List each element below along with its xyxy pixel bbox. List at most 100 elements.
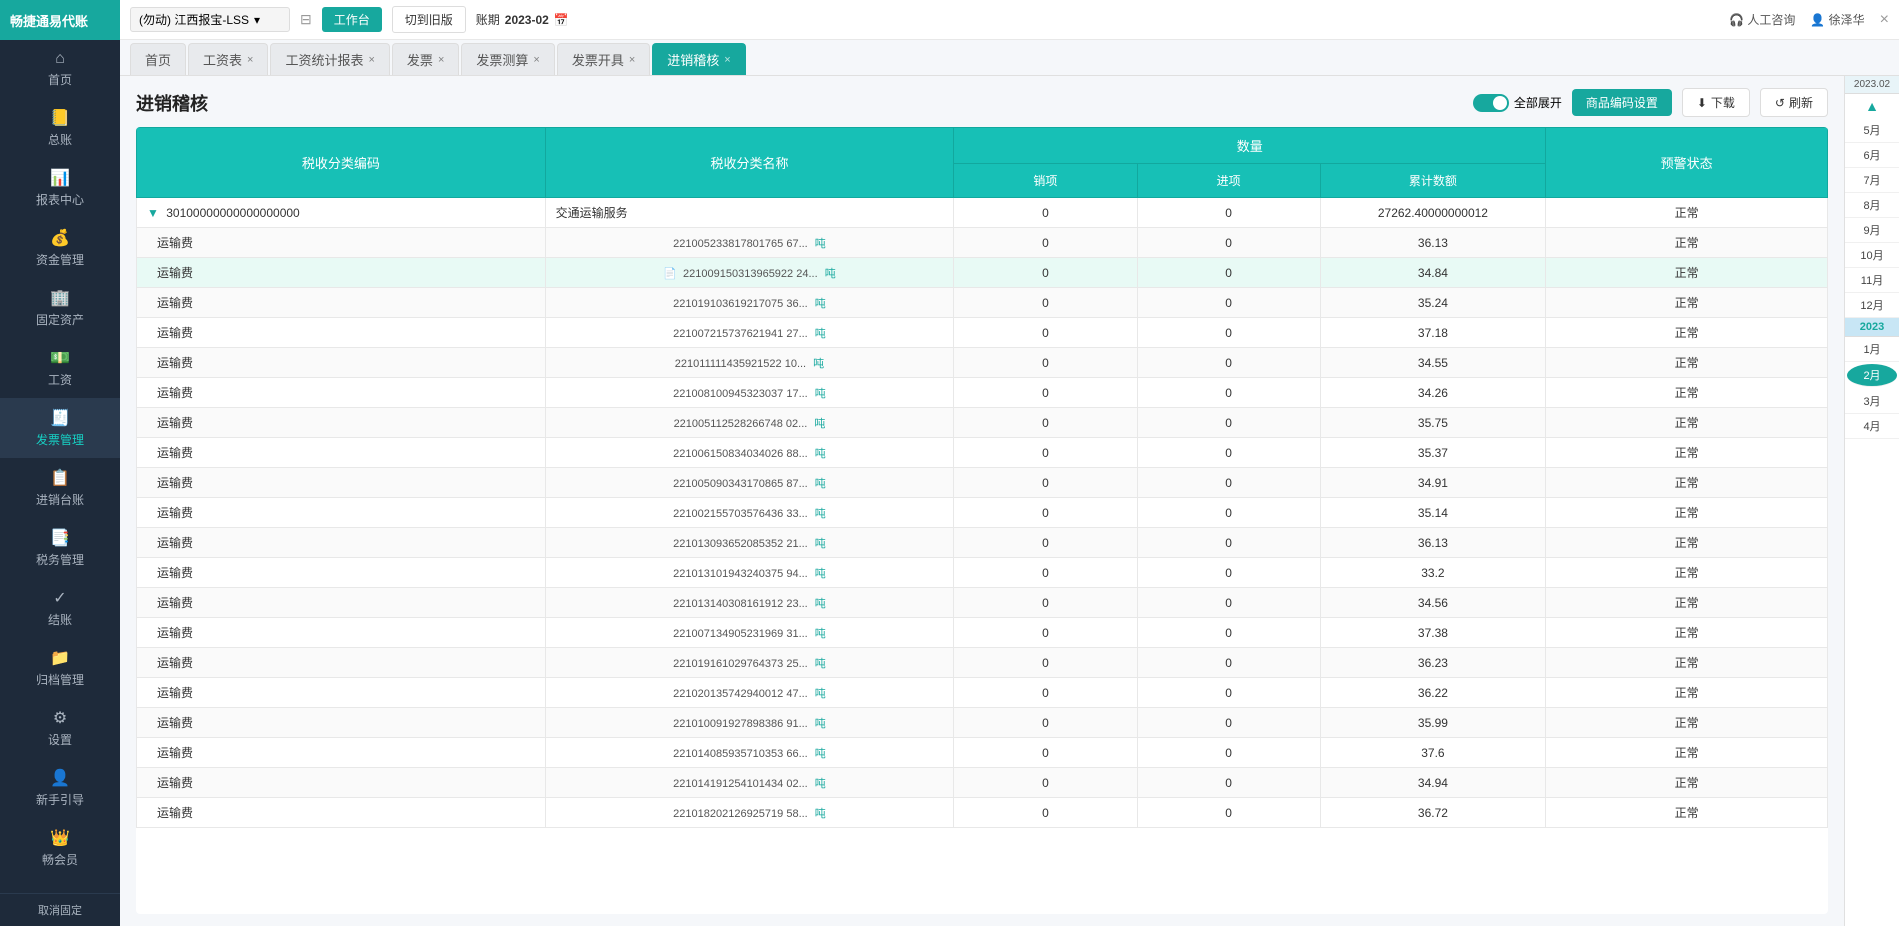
- tab-close-icon[interactable]: ×: [629, 54, 635, 66]
- product-code-settings-button[interactable]: 商品编码设置: [1572, 89, 1672, 116]
- table-row: 运输费 221002155703576436 33... 吨 0 0 35.14…: [137, 498, 1828, 528]
- cumulative-cell: 36.22: [1320, 678, 1545, 708]
- collapse-icon[interactable]: ▼: [147, 206, 159, 220]
- purchase-cell: 0: [1137, 678, 1320, 708]
- sidebar-item-home[interactable]: ⌂ 首页: [0, 40, 120, 98]
- close-icon[interactable]: ×: [1880, 11, 1889, 29]
- invoice-icon: 🧾: [50, 408, 70, 428]
- cal-month-2[interactable]: 2月: [1847, 364, 1897, 387]
- avatar-icon: 👤: [1810, 13, 1825, 27]
- sidebar-item-archive[interactable]: 📁归档管理: [0, 638, 120, 698]
- support-button[interactable]: 🎧 人工咨询: [1729, 11, 1795, 28]
- cal-month-11[interactable]: 11月: [1845, 268, 1899, 293]
- item-name-cell: 运输费: [137, 768, 546, 798]
- cal-month-1[interactable]: 1月: [1845, 337, 1899, 362]
- copy-icon: ⊟: [300, 11, 312, 28]
- table-row: 运输费 221007134905231969 31... 吨 0 0 37.38…: [137, 618, 1828, 648]
- cal-month-6[interactable]: 6月: [1845, 143, 1899, 168]
- sidebar-item-checkout[interactable]: ✓结账: [0, 578, 120, 638]
- cal-month-3[interactable]: 3月: [1845, 389, 1899, 414]
- tab-close-icon[interactable]: ×: [533, 54, 539, 66]
- sidebar-item-settings[interactable]: ⚙设置: [0, 698, 120, 758]
- home-icon: ⌂: [55, 50, 65, 68]
- switch-version-button[interactable]: 切到旧版: [392, 6, 466, 33]
- workspace-button[interactable]: 工作台: [322, 7, 382, 32]
- tax-code-full-cell: 221005112528266748 02... 吨: [545, 408, 954, 438]
- expand-toggle[interactable]: 全部展开: [1473, 94, 1562, 112]
- cal-prev-period: 2023.02: [1845, 76, 1899, 94]
- sidebar-item-reports[interactable]: 📊报表中心: [0, 158, 120, 218]
- sidebar-item-invoice[interactable]: 🧾发票管理: [0, 398, 120, 458]
- tax-code-full-cell: 221013093652085352 21... 吨: [545, 528, 954, 558]
- sidebar-item-label: 首页: [48, 71, 72, 88]
- headset-icon: 🎧: [1729, 13, 1744, 27]
- unit-label: 吨: [815, 568, 826, 580]
- tab-close-icon[interactable]: ×: [247, 54, 253, 66]
- refresh-button[interactable]: ↺ 刷新: [1760, 88, 1828, 117]
- tab-invoice[interactable]: 发票 ×: [392, 43, 459, 75]
- cal-month-5[interactable]: 5月: [1845, 118, 1899, 143]
- sales-cell: 0: [954, 618, 1137, 648]
- cal-month-7[interactable]: 7月: [1845, 168, 1899, 193]
- cumulative-cell: 34.56: [1320, 588, 1545, 618]
- cal-month-4[interactable]: 4月: [1845, 414, 1899, 439]
- item-name-cell: 运输费: [137, 408, 546, 438]
- tab-close-icon[interactable]: ×: [438, 54, 444, 66]
- sidebar-item-assets[interactable]: 🏢固定资产: [0, 278, 120, 338]
- sidebar-item-label: 报表中心: [36, 191, 84, 208]
- purchase-cell: 0: [1137, 738, 1320, 768]
- sidebar-item-funds[interactable]: 💰资金管理: [0, 218, 120, 278]
- tab-invoice-issue[interactable]: 发票开具 ×: [557, 43, 650, 75]
- file-icon: 📄: [663, 268, 677, 280]
- sidebar-item-label: 结账: [48, 611, 72, 628]
- cal-up-icon[interactable]: ▲: [1845, 94, 1899, 118]
- tab-close-icon[interactable]: ×: [724, 54, 730, 66]
- sidebar-item-sales[interactable]: 📋进销台账: [0, 458, 120, 518]
- cal-month-9[interactable]: 9月: [1845, 218, 1899, 243]
- sidebar-item-salary[interactable]: 💵工资: [0, 338, 120, 398]
- tax-code-full-cell: 221007134905231969 31... 吨: [545, 618, 954, 648]
- company-selector[interactable]: (勿动) 江西报宝-LSS ▾: [130, 7, 290, 32]
- purchase-cell: 0: [1137, 768, 1320, 798]
- sales-cell: 0: [954, 678, 1137, 708]
- tab-payroll-report[interactable]: 工资统计报表 ×: [270, 43, 389, 75]
- cumulative-cell: 35.37: [1320, 438, 1545, 468]
- tab-payroll[interactable]: 工资表 ×: [188, 43, 268, 75]
- download-button[interactable]: ⬇ 下载: [1682, 88, 1750, 117]
- toggle-switch[interactable]: [1473, 94, 1509, 112]
- sidebar-item-tax[interactable]: 📑税务管理: [0, 518, 120, 578]
- sales-cell: 0: [954, 588, 1137, 618]
- sidebar-item-ledger[interactable]: 📒总账: [0, 98, 120, 158]
- tab-purchase-sales[interactable]: 进销稽核 ×: [652, 43, 745, 75]
- status-cell: 正常: [1546, 198, 1828, 228]
- member-icon: 👑: [50, 828, 70, 848]
- refresh-icon: ↺: [1775, 96, 1785, 110]
- tax-code-full-cell: 221019103619217075 36... 吨: [545, 288, 954, 318]
- item-name-cell: 运输费: [137, 498, 546, 528]
- sidebar-item-label: 进销台账: [36, 491, 84, 508]
- item-name-cell: 运输费: [137, 348, 546, 378]
- unit-label: 吨: [815, 598, 826, 610]
- cumulative-cell: 36.13: [1320, 228, 1545, 258]
- unpin-button[interactable]: 取消固定: [0, 893, 120, 926]
- sidebar-item-guide[interactable]: 👤新手引导: [0, 758, 120, 818]
- user-avatar[interactable]: 👤 徐泽华: [1810, 11, 1864, 28]
- chevron-down-icon: ▾: [254, 13, 260, 27]
- cal-month-10[interactable]: 10月: [1845, 243, 1899, 268]
- sidebar-item-member[interactable]: 👑畅会员: [0, 818, 120, 878]
- col-quantity-group: 数量: [954, 128, 1546, 164]
- unit-label: 吨: [815, 238, 826, 250]
- unit-label: 吨: [815, 748, 826, 760]
- tab-invoice-calc[interactable]: 发票测算 ×: [461, 43, 554, 75]
- tab-close-icon[interactable]: ×: [368, 54, 374, 66]
- period-selector[interactable]: 账期 2023-02 📅: [476, 11, 569, 28]
- tax-code-full-cell: 221006150834034026 88... 吨: [545, 438, 954, 468]
- tab-home[interactable]: 首页: [130, 43, 186, 75]
- cal-month-8[interactable]: 8月: [1845, 193, 1899, 218]
- sidebar-item-label: 资金管理: [36, 251, 84, 268]
- table-row: 运输费 221011111435921522 10... 吨 0 0 34.55…: [137, 348, 1828, 378]
- table-row: 运输费 📄 221009150313965922 24... 吨 0 0 34.…: [137, 258, 1828, 288]
- status-cell: 正常: [1546, 588, 1828, 618]
- sales-cell: 0: [954, 738, 1137, 768]
- cal-month-12[interactable]: 12月: [1845, 293, 1899, 318]
